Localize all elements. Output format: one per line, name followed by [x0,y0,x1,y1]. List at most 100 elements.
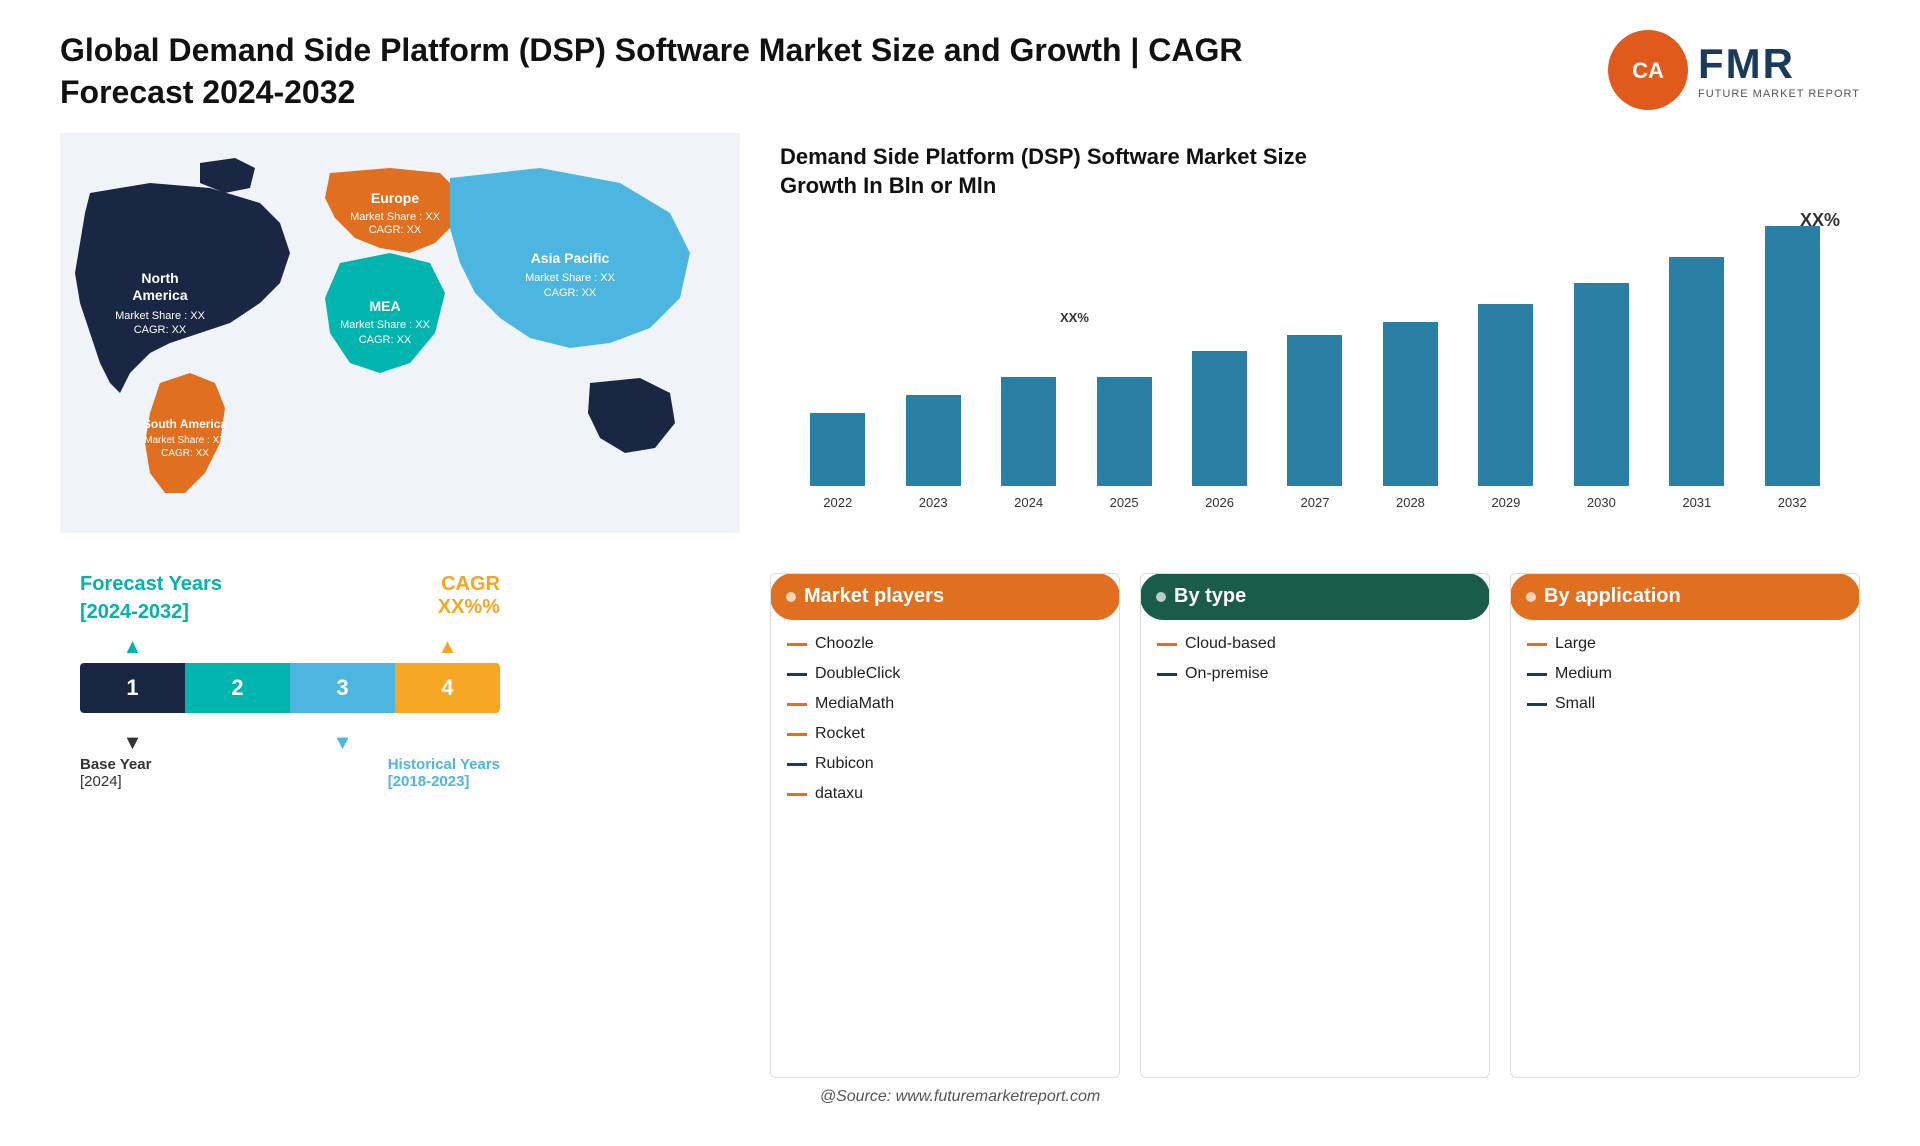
arrow-blue-down: ▼ [333,732,353,752]
item-dash [787,793,807,796]
forecast-header: Forecast Years [2024-2032] CAGR XX%% [80,573,500,629]
bar-year-2032: 2032 [1778,495,1807,510]
bar-2029 [1478,304,1533,486]
year-labels: Base Year [2024] Historical Years [2018-… [80,756,500,790]
mea-share: Market Share : XX [340,319,431,331]
south-america-label: South America [143,417,228,431]
asia-pacific-label: Asia Pacific [531,250,610,266]
chart-title: Demand Side Platform (DSP) Software Mark… [780,143,1380,200]
item-name: MediaMath [815,695,894,713]
category-dot-by-application [1526,592,1536,602]
page-title: Global Demand Side Platform (DSP) Softwa… [60,30,1360,113]
category-cards: Market playersChoozleDoubleClickMediaMat… [770,573,1860,1078]
bar-group-2029: 2029 [1458,304,1553,510]
list-item: dataxu [787,785,1103,803]
bar-2028 [1383,322,1438,486]
world-map-svg: North America Market Share : XX CAGR: XX… [60,133,740,533]
north-america-share: Market Share : XX [115,310,206,322]
list-item: Large [1527,635,1843,653]
bar-year-2025: 2025 [1110,495,1139,510]
item-name: Rocket [815,725,865,743]
list-item: MediaMath [787,695,1103,713]
timeline-seg-2: 2 [185,663,290,713]
arrow-teal-up: ▲ [123,636,143,659]
arrow-row-bottom: ▼ ▼ [80,728,500,756]
item-dash [1527,703,1547,706]
list-item: Rubicon [787,755,1103,773]
item-dash [787,643,807,646]
category-body-by-application: Large Medium Small [1511,619,1859,1077]
bar-year-2024: 2024 [1014,495,1043,510]
item-dash [787,673,807,676]
category-card-by-application: By application Large Medium Small [1510,573,1860,1078]
category-title-by-application: By application [1544,585,1681,608]
bar-year-2022: 2022 [823,495,852,510]
bar-2023 [906,395,961,486]
list-item: On-premise [1157,665,1473,683]
main-content: North America Market Share : XX CAGR: XX… [60,133,1860,1078]
list-item: Choozle [787,635,1103,653]
item-dash [1527,673,1547,676]
item-name: dataxu [815,785,863,803]
north-america-label2: America [132,287,187,303]
bar-year-2023: 2023 [919,495,948,510]
logo-svg: CA [1618,40,1678,100]
bar-year-2030: 2030 [1587,495,1616,510]
category-title-by-type: By type [1174,585,1246,608]
item-name: Large [1555,635,1596,653]
north-america-label: North [141,270,178,286]
timeline-seg-3: 3 [290,663,395,713]
item-dash [787,763,807,766]
list-item: Medium [1527,665,1843,683]
hist-years-label: Historical Years [388,756,500,773]
item-name: Choozle [815,635,874,653]
timeline-bar: 1 2 3 4 [80,663,500,713]
list-item: Cloud-based [1157,635,1473,653]
bar-group-2030: 2030 [1554,283,1649,510]
item-name: Medium [1555,665,1612,683]
bar-year-2029: 2029 [1491,495,1520,510]
bar-2030 [1574,283,1629,486]
base-year-value: [2024] [80,773,151,790]
timeline-seg-1: 1 [80,663,185,713]
item-dash [1157,673,1177,676]
arrow-row-top: ▲ ▲ [80,639,500,663]
map-container: North America Market Share : XX CAGR: XX… [60,133,740,533]
south-america-share: Market Share : XX [144,435,226,446]
item-dash [787,733,807,736]
bar-year-2031: 2031 [1682,495,1711,510]
page: Global Demand Side Platform (DSP) Softwa… [0,0,1920,1146]
category-card-by-type: By type Cloud-based On-premise [1140,573,1490,1078]
logo-text: FMR Future Market Report [1698,40,1860,100]
north-america-cagr: CAGR: XX [134,324,187,336]
source-bar: @Source: www.futuremarketreport.com [60,1078,1860,1116]
logo-icon: CA [1608,30,1688,110]
base-year-group: Base Year [2024] [80,756,151,790]
bar-group-2023: 2023 [885,395,980,510]
europe-share: Market Share : XX [350,211,441,223]
bar-group-2026: 2026 [1172,351,1267,510]
timeline-seg-4: 4 [395,663,500,713]
bar-group-2025: 2025 [1076,377,1171,510]
bar-group-2031: 2031 [1649,257,1744,510]
item-dash [1527,643,1547,646]
bar-2031 [1669,257,1724,486]
bar-2022 [810,413,865,486]
asia-pacific-share: Market Share : XX [525,272,616,284]
forecast-years-group: Forecast Years [2024-2032] [80,573,222,629]
bar-2026 [1192,351,1247,486]
left-section: North America Market Share : XX CAGR: XX… [60,133,740,1078]
bar-2024 [1001,377,1056,486]
category-body-by-type: Cloud-based On-premise [1141,619,1489,1077]
category-dot-market-players [786,592,796,602]
arrow-orange-up: ▲ [438,636,458,659]
list-item: DoubleClick [787,665,1103,683]
mea-cagr: CAGR: XX [359,334,412,346]
forecast-label: Forecast Years [80,573,222,596]
svg-text:CA: CA [1632,58,1664,83]
chart-body: XX% XX% 20222023202420252026202720282029… [780,210,1840,510]
category-dot-by-type [1156,592,1166,602]
item-name: Small [1555,695,1595,713]
bar-group-2024: 2024 [981,377,1076,510]
logo-subtitle: Future Market Report [1698,88,1860,100]
